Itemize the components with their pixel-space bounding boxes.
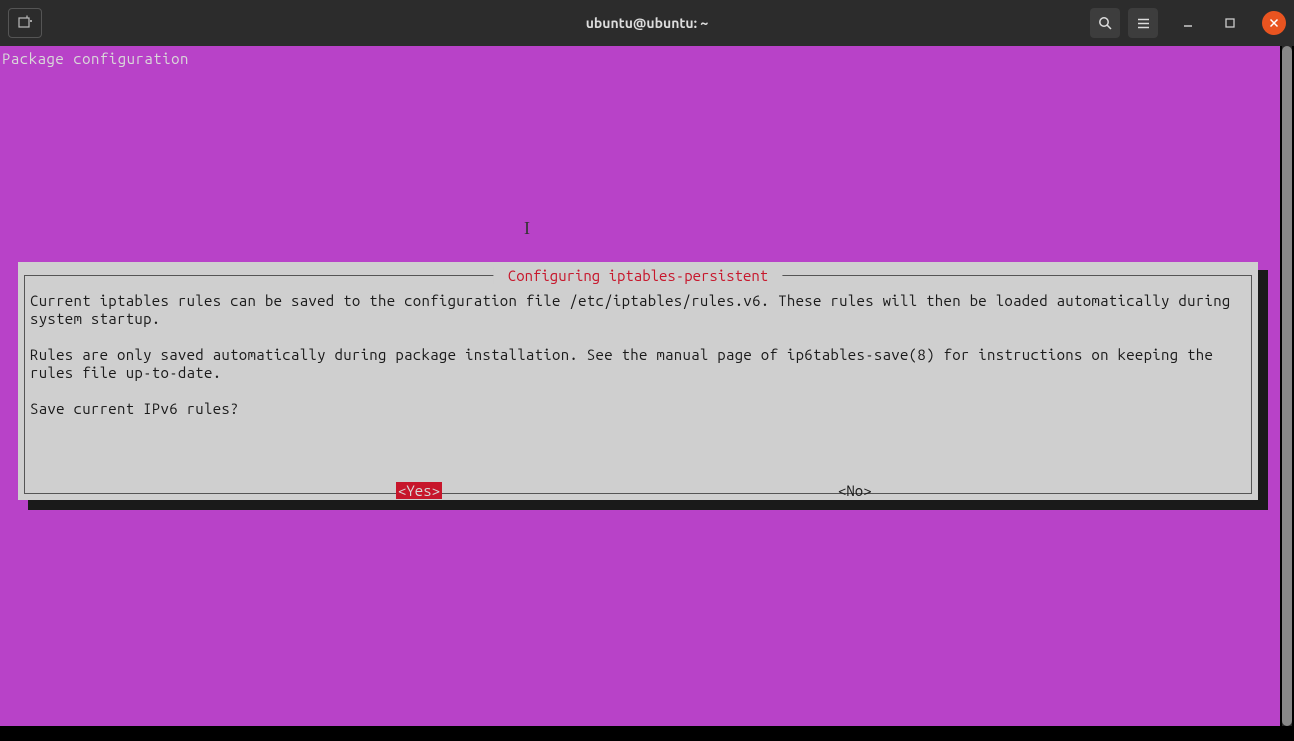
- window-title: ubuntu@ubuntu: ~: [586, 15, 709, 31]
- scrollbar-thumb[interactable]: [1282, 46, 1292, 726]
- search-icon: [1098, 16, 1113, 31]
- search-button[interactable]: [1090, 8, 1120, 38]
- maximize-icon: [1224, 17, 1236, 29]
- minimize-icon: [1182, 17, 1194, 29]
- yes-button[interactable]: <Yes>: [396, 482, 442, 499]
- titlebar-controls: [1090, 8, 1286, 38]
- page-title: Package configuration: [2, 50, 189, 67]
- no-button[interactable]: <No>: [838, 482, 872, 499]
- text-cursor-icon: I: [524, 218, 530, 239]
- dialog-content: Current iptables rules can be saved to t…: [30, 292, 1246, 436]
- new-tab-button[interactable]: [8, 8, 42, 38]
- maximize-button[interactable]: [1218, 11, 1242, 35]
- dialog-box: Configuring iptables-persistent Current …: [18, 262, 1258, 500]
- close-button[interactable]: [1262, 11, 1286, 35]
- titlebar: ubuntu@ubuntu: ~: [0, 0, 1294, 46]
- dialog-paragraph-2: Rules are only saved automatically durin…: [30, 346, 1246, 382]
- dialog-title: Configuring iptables-persistent: [493, 267, 782, 284]
- dialog-question: Save current IPv6 rules?: [30, 400, 1246, 418]
- close-icon: [1269, 18, 1279, 28]
- terminal-area[interactable]: Package configuration I Configuring ipta…: [0, 46, 1294, 741]
- dialog-paragraph-1: Current iptables rules can be saved to t…: [30, 292, 1246, 328]
- menu-button[interactable]: [1128, 8, 1158, 38]
- new-tab-icon: [17, 15, 33, 31]
- hamburger-icon: [1136, 16, 1151, 31]
- minimize-button[interactable]: [1176, 11, 1200, 35]
